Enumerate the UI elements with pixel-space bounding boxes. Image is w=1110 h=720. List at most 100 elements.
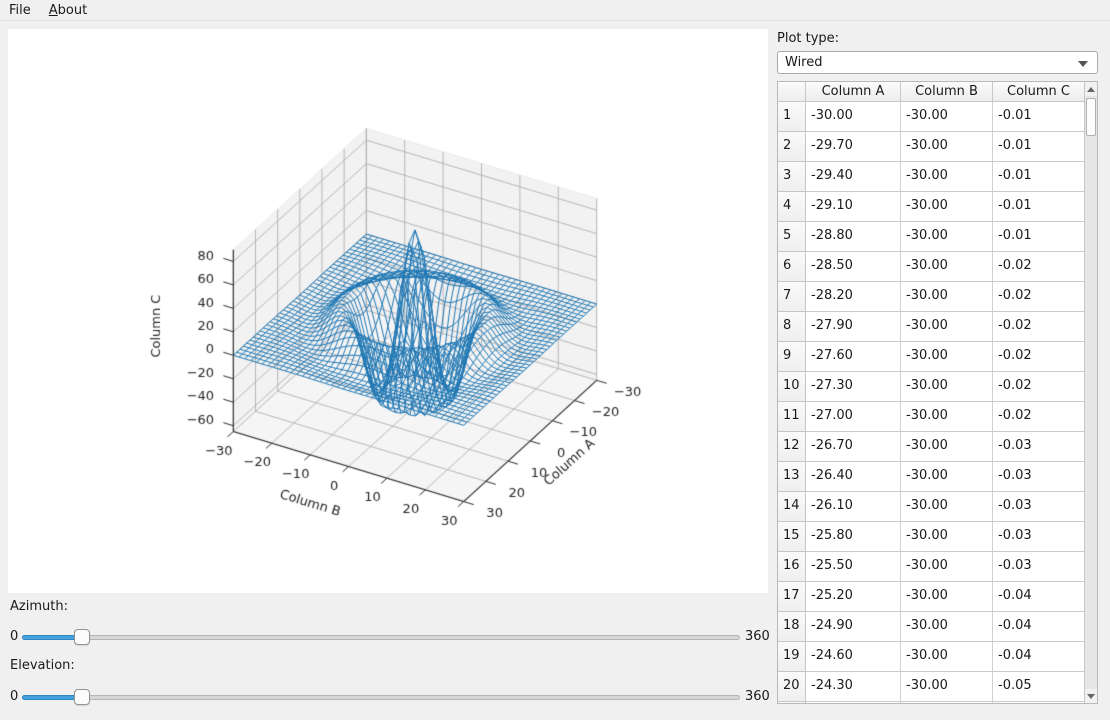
elevation-slider[interactable] — [22, 688, 740, 706]
table-row[interactable]: 6-28.50-30.00-0.02 — [778, 252, 1097, 282]
cell-column-c[interactable]: -0.04 — [993, 582, 1085, 612]
cell-column-a[interactable]: -27.00 — [806, 402, 901, 432]
cell-column-a[interactable]: -28.50 — [806, 252, 901, 282]
cell-column-b[interactable]: -30.00 — [901, 192, 993, 222]
cell-column-b[interactable]: -30.00 — [901, 102, 993, 132]
cell-column-b[interactable]: -30.00 — [901, 522, 993, 552]
table-scrollbar[interactable] — [1084, 82, 1097, 703]
table-row[interactable]: 10-27.30-30.00-0.02 — [778, 372, 1097, 402]
cell-column-b[interactable]: -30.00 — [901, 672, 993, 702]
table-row[interactable]: 3-29.40-30.00-0.01 — [778, 162, 1097, 192]
table-row[interactable]: 13-26.40-30.00-0.03 — [778, 462, 1097, 492]
row-number-cell[interactable]: 4 — [778, 192, 806, 222]
cell-column-a[interactable]: -28.20 — [806, 282, 901, 312]
row-number-cell[interactable]: 17 — [778, 582, 806, 612]
cell-column-c[interactable]: -0.04 — [993, 612, 1085, 642]
row-number-cell[interactable]: 6 — [778, 252, 806, 282]
azimuth-slider[interactable] — [22, 628, 740, 646]
cell-column-b[interactable]: -30.00 — [901, 222, 993, 252]
cell-column-b[interactable]: -30.00 — [901, 342, 993, 372]
cell-column-b[interactable]: -30.00 — [901, 492, 993, 522]
table-row[interactable]: 17-25.20-30.00-0.04 — [778, 582, 1097, 612]
plot-3d-canvas[interactable] — [8, 29, 768, 593]
cell-column-c[interactable]: -0.01 — [993, 222, 1085, 252]
table-row[interactable]: 19-24.60-30.00-0.04 — [778, 642, 1097, 672]
cell-column-a[interactable]: -25.20 — [806, 582, 901, 612]
cell-column-b[interactable]: -30.00 — [901, 132, 993, 162]
cell-column-b[interactable]: -30.00 — [901, 162, 993, 192]
cell-column-b[interactable]: -30.00 — [901, 252, 993, 282]
cell-column-b[interactable]: -30.00 — [901, 282, 993, 312]
table-row[interactable]: 7-28.20-30.00-0.02 — [778, 282, 1097, 312]
row-number-cell[interactable]: 20 — [778, 672, 806, 702]
table-row[interactable]: 8-27.90-30.00-0.02 — [778, 312, 1097, 342]
row-number-cell[interactable]: 3 — [778, 162, 806, 192]
cell-column-a[interactable]: -27.60 — [806, 342, 901, 372]
plot-type-select[interactable]: Wired — [777, 51, 1098, 74]
cell-column-a[interactable]: -30.00 — [806, 102, 901, 132]
azimuth-slider-handle[interactable] — [74, 629, 90, 645]
cell-column-c[interactable]: -0.03 — [993, 462, 1085, 492]
cell-column-a[interactable]: -29.40 — [806, 162, 901, 192]
table-row[interactable]: 9-27.60-30.00-0.02 — [778, 342, 1097, 372]
cell-column-c[interactable]: -0.01 — [993, 102, 1085, 132]
table-row[interactable]: 11-27.00-30.00-0.02 — [778, 402, 1097, 432]
menu-file[interactable]: File — [0, 1, 40, 20]
cell-column-a[interactable]: -26.40 — [806, 462, 901, 492]
header-column-c[interactable]: Column C — [993, 82, 1085, 102]
cell-column-a[interactable]: -27.90 — [806, 312, 901, 342]
header-column-b[interactable]: Column B — [901, 82, 993, 102]
scroll-up-button[interactable] — [1085, 82, 1097, 96]
table-row[interactable]: 15-25.80-30.00-0.03 — [778, 522, 1097, 552]
cell-column-a[interactable]: -29.10 — [806, 192, 901, 222]
row-number-cell[interactable]: 5 — [778, 222, 806, 252]
cell-column-c[interactable]: -0.01 — [993, 192, 1085, 222]
cell-column-b[interactable]: -30.00 — [901, 432, 993, 462]
cell-column-c[interactable]: -0.03 — [993, 492, 1085, 522]
elevation-slider-handle[interactable] — [74, 689, 90, 705]
row-number-cell[interactable]: 8 — [778, 312, 806, 342]
table-row[interactable]: 1-30.00-30.00-0.01 — [778, 102, 1097, 132]
cell-column-a[interactable]: -24.60 — [806, 642, 901, 672]
azimuth-slider-track[interactable] — [22, 635, 740, 640]
row-number-cell[interactable]: 15 — [778, 522, 806, 552]
table-row[interactable]: 4-29.10-30.00-0.01 — [778, 192, 1097, 222]
row-number-cell[interactable]: 7 — [778, 282, 806, 312]
cell-column-b[interactable]: -30.00 — [901, 312, 993, 342]
header-column-a[interactable]: Column A — [806, 82, 901, 102]
table-corner-cell[interactable] — [778, 82, 806, 102]
row-number-cell[interactable]: 10 — [778, 372, 806, 402]
cell-column-a[interactable]: -24.30 — [806, 672, 901, 702]
cell-column-a[interactable]: -25.80 — [806, 522, 901, 552]
cell-column-b[interactable]: -30.00 — [901, 612, 993, 642]
table-row[interactable]: 18-24.90-30.00-0.04 — [778, 612, 1097, 642]
scrollbar-thumb[interactable] — [1086, 98, 1096, 136]
cell-column-b[interactable]: -30.00 — [901, 402, 993, 432]
row-number-cell[interactable]: 14 — [778, 492, 806, 522]
cell-column-c[interactable]: -0.03 — [993, 552, 1085, 582]
row-number-cell[interactable]: 18 — [778, 612, 806, 642]
row-number-cell[interactable]: 1 — [778, 102, 806, 132]
cell-column-c[interactable]: -0.02 — [993, 282, 1085, 312]
cell-column-c[interactable]: -0.02 — [993, 252, 1085, 282]
cell-column-c[interactable]: -0.02 — [993, 372, 1085, 402]
cell-column-a[interactable]: -26.10 — [806, 492, 901, 522]
cell-column-b[interactable]: -30.00 — [901, 582, 993, 612]
elevation-slider-track[interactable] — [22, 695, 740, 700]
cell-column-b[interactable]: -30.00 — [901, 462, 993, 492]
cell-column-a[interactable]: -27.30 — [806, 372, 901, 402]
cell-column-b[interactable]: -30.00 — [901, 372, 993, 402]
table-row[interactable]: 14-26.10-30.00-0.03 — [778, 492, 1097, 522]
cell-column-a[interactable]: -28.80 — [806, 222, 901, 252]
cell-column-c[interactable]: -0.04 — [993, 642, 1085, 672]
row-number-cell[interactable]: 16 — [778, 552, 806, 582]
table-row[interactable]: 2-29.70-30.00-0.01 — [778, 132, 1097, 162]
cell-column-a[interactable]: -26.70 — [806, 432, 901, 462]
cell-column-c[interactable]: -0.03 — [993, 522, 1085, 552]
cell-column-b[interactable]: -30.00 — [901, 642, 993, 672]
row-number-cell[interactable]: 19 — [778, 642, 806, 672]
row-number-cell[interactable]: 9 — [778, 342, 806, 372]
cell-column-c[interactable]: -0.01 — [993, 162, 1085, 192]
table-row[interactable]: 20-24.30-30.00-0.05 — [778, 672, 1097, 702]
cell-column-c[interactable]: -0.03 — [993, 432, 1085, 462]
